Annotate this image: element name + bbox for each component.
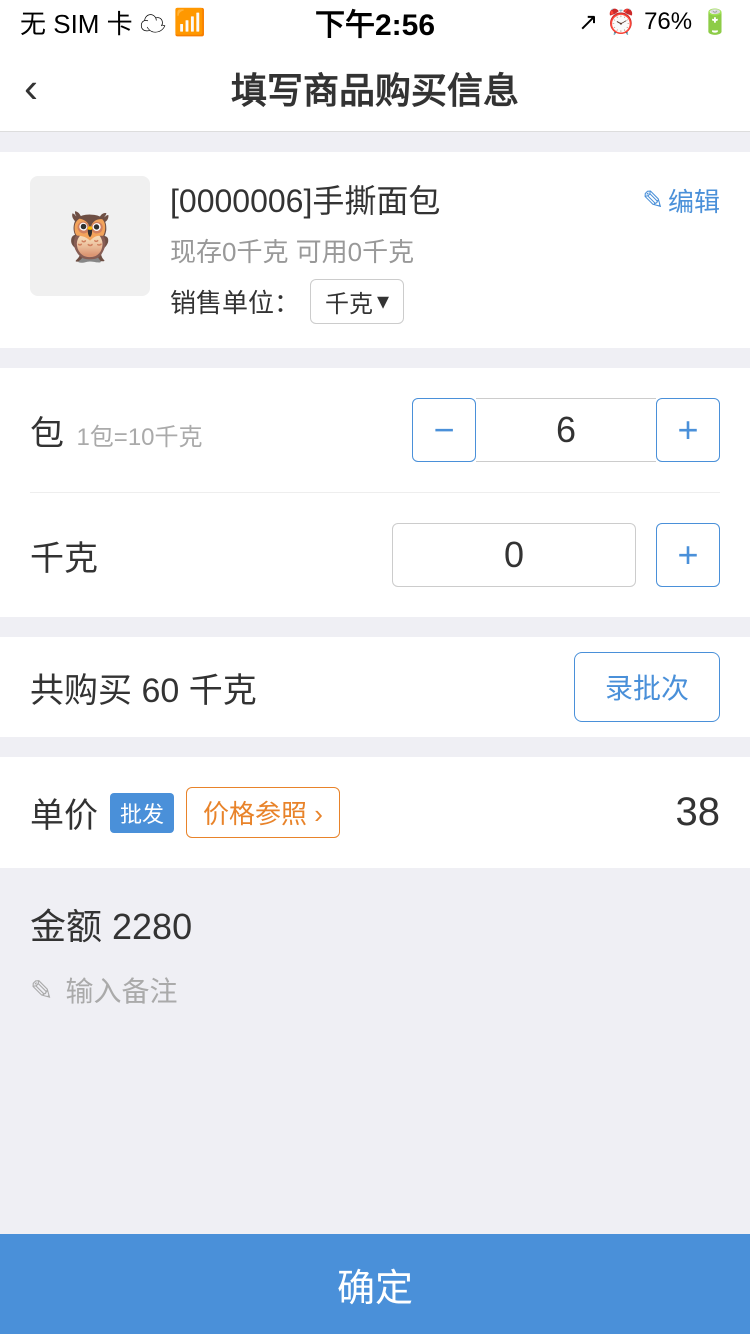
package-minus-button[interactable]: − bbox=[412, 398, 476, 462]
edit-button[interactable]: ✎ 编辑 bbox=[642, 182, 720, 219]
package-stepper: − + bbox=[412, 398, 720, 462]
owl-icon: 🦉 bbox=[60, 208, 120, 265]
package-plus-button[interactable]: + bbox=[656, 398, 720, 462]
alarm-icon: ⏰ bbox=[606, 8, 636, 37]
product-card: 🦉 [0000006]手撕面包 现存0千克 可用0千克 销售单位： 千克 ▾ ✎… bbox=[0, 152, 750, 348]
product-info: [0000006]手撕面包 现存0千克 可用0千克 销售单位： 千克 ▾ bbox=[170, 176, 720, 324]
price-label: 单价 bbox=[30, 788, 98, 837]
edit-label: 编辑 bbox=[668, 182, 720, 219]
package-sublabel: 1包=10千克 bbox=[76, 424, 202, 451]
product-thumbnail: 🦉 bbox=[30, 176, 150, 296]
total-label: 共购买 60 千克 bbox=[30, 663, 257, 712]
status-left: 无 SIM 卡 ☁ 📶 bbox=[20, 4, 206, 41]
product-name: [0000006]手撕面包 bbox=[170, 176, 720, 222]
kg-plus-button[interactable]: + bbox=[656, 523, 720, 587]
note-label: 输入备注 bbox=[65, 970, 177, 1010]
status-bar: 无 SIM 卡 ☁ 📶 下午2:56 ↗ ⏰ 76% 🔋 bbox=[0, 0, 750, 44]
wifi-icon: 📶 bbox=[174, 7, 206, 38]
quantity-section: 包 1包=10千克 − + 千克 + bbox=[0, 368, 750, 617]
confirm-button[interactable]: 确定 bbox=[0, 1234, 750, 1334]
kg-row: 千克 + bbox=[30, 493, 720, 617]
package-label: 包 bbox=[30, 415, 64, 453]
record-batch-button[interactable]: 录批次 bbox=[574, 652, 720, 722]
package-input[interactable] bbox=[476, 398, 656, 462]
amount-section: 金额 2280 ✎ 输入备注 bbox=[0, 868, 750, 1030]
battery-icon: 🔋 bbox=[700, 8, 730, 37]
location-icon: ↗ bbox=[578, 8, 598, 37]
price-ref-button[interactable]: 价格参照 › bbox=[186, 787, 340, 838]
kg-stepper: + bbox=[392, 523, 720, 587]
divider-1 bbox=[0, 132, 750, 152]
price-section: 单价 批发 价格参照 › 38 bbox=[0, 757, 750, 868]
no-sim-label: 无 SIM 卡 ☁ bbox=[20, 4, 166, 41]
battery-label: 76% bbox=[644, 8, 692, 36]
unit-value: 千克 bbox=[325, 284, 373, 319]
price-value: 38 bbox=[676, 790, 721, 835]
back-button[interactable]: ‹ bbox=[24, 64, 38, 112]
kg-input[interactable] bbox=[392, 523, 636, 587]
divider-3 bbox=[0, 617, 750, 637]
total-section: 共购买 60 千克 录批次 bbox=[0, 637, 750, 737]
divider-2 bbox=[0, 348, 750, 368]
status-right: ↗ ⏰ 76% 🔋 bbox=[578, 8, 730, 37]
package-row: 包 1包=10千克 − + bbox=[30, 368, 720, 493]
divider-4 bbox=[0, 737, 750, 757]
pencil-icon: ✎ bbox=[30, 974, 53, 1007]
status-time: 下午2:56 bbox=[315, 0, 435, 44]
product-stock: 现存0千克 可用0千克 bbox=[170, 232, 720, 269]
spacer bbox=[0, 1030, 750, 1234]
unit-select[interactable]: 千克 ▾ bbox=[310, 279, 404, 324]
nav-bar: ‹ 填写商品购买信息 bbox=[0, 44, 750, 132]
price-left: 单价 批发 价格参照 › bbox=[30, 787, 340, 838]
product-unit-row: 销售单位： 千克 ▾ bbox=[170, 279, 720, 324]
amount-label: 金额 2280 bbox=[30, 898, 720, 950]
note-row[interactable]: ✎ 输入备注 bbox=[30, 970, 720, 1010]
package-label-group: 包 1包=10千克 bbox=[30, 406, 203, 455]
pifa-badge: 批发 bbox=[110, 793, 174, 833]
chevron-down-icon: ▾ bbox=[377, 287, 389, 316]
edit-icon: ✎ bbox=[642, 185, 664, 216]
unit-label: 销售单位： bbox=[170, 283, 300, 320]
page-title: 填写商品购买信息 bbox=[231, 62, 519, 114]
kg-label: 千克 bbox=[30, 531, 98, 580]
